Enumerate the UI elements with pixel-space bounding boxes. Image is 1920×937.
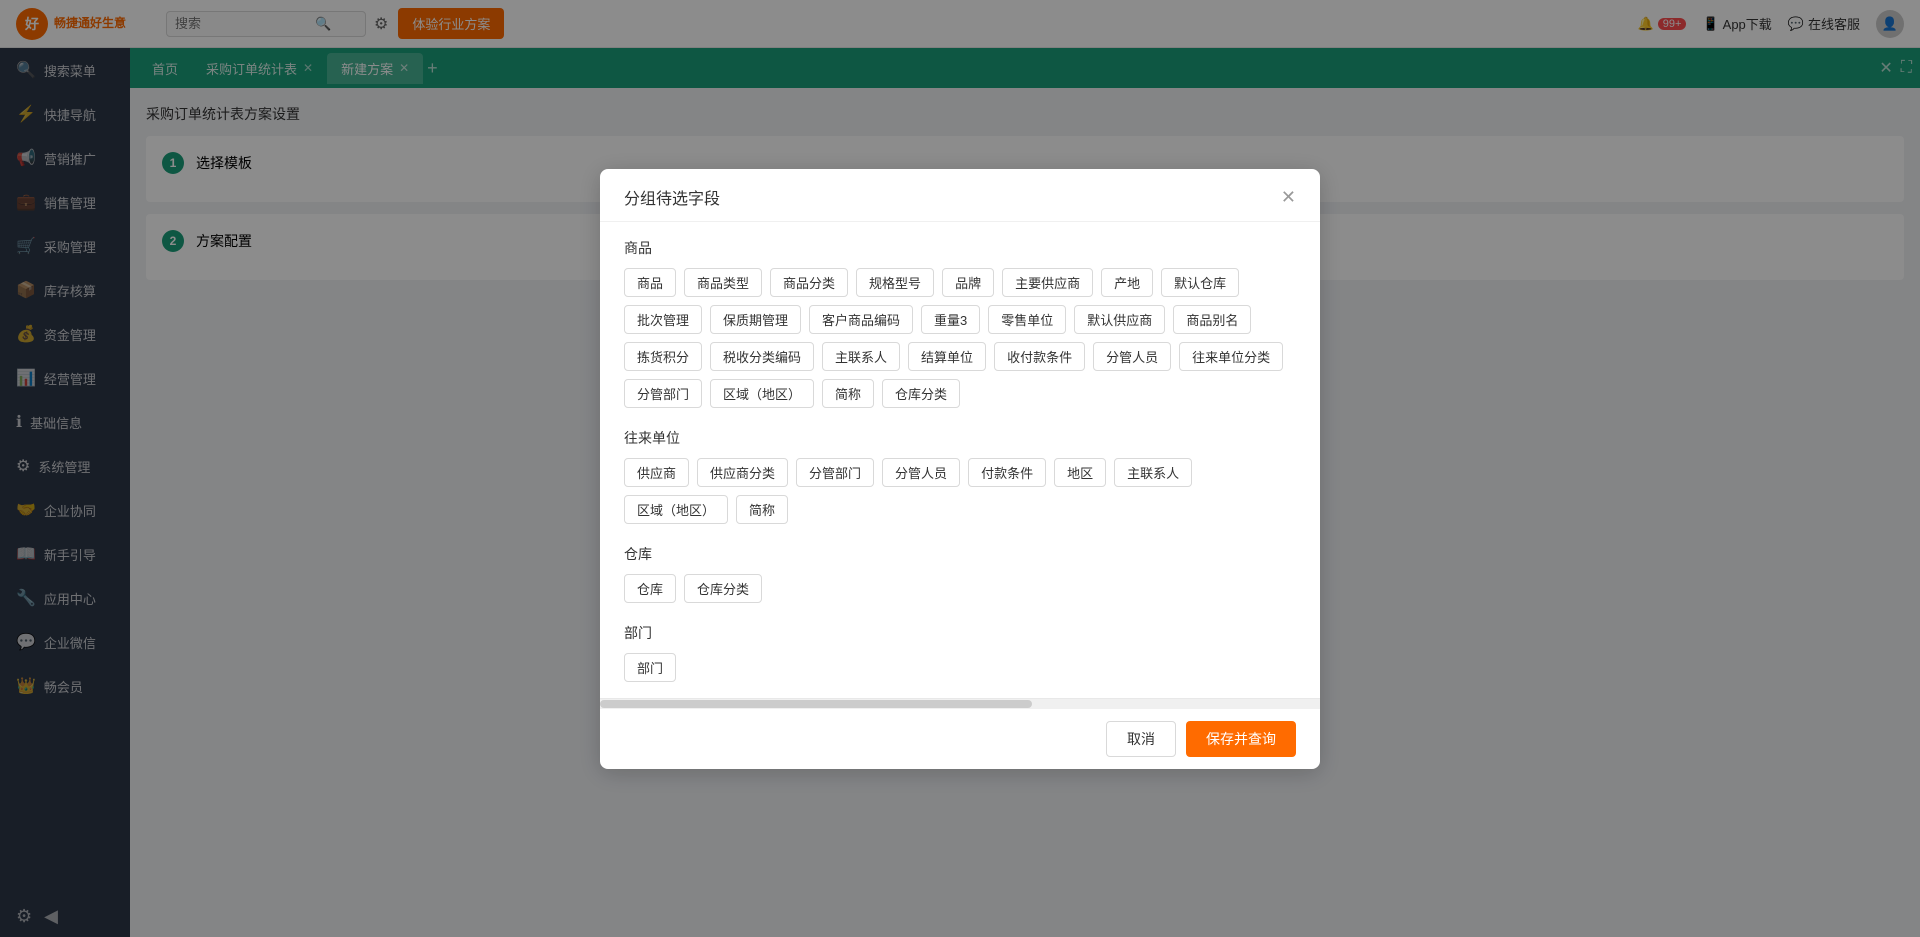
- modal-close-button[interactable]: ✕: [1281, 188, 1296, 206]
- section-title-partner: 往来单位: [624, 428, 1296, 448]
- field-tag[interactable]: 主联系人: [822, 342, 900, 371]
- modal-body: 商品商品商品类型商品分类规格型号品牌主要供应商产地默认仓库批次管理保质期管理客户…: [600, 222, 1320, 698]
- modal-header: 分组待选字段 ✕: [600, 169, 1320, 222]
- section-product: 商品商品商品类型商品分类规格型号品牌主要供应商产地默认仓库批次管理保质期管理客户…: [624, 238, 1296, 408]
- field-tag[interactable]: 区域（地区）: [624, 495, 728, 524]
- field-tag[interactable]: 品牌: [942, 268, 994, 297]
- modal-footer: 取消 保存并查询: [600, 708, 1320, 769]
- field-tag[interactable]: 保质期管理: [710, 305, 801, 334]
- field-tag[interactable]: 付款条件: [968, 458, 1046, 487]
- field-tags-warehouse: 仓库仓库分类: [624, 574, 1296, 603]
- field-tag[interactable]: 供应商: [624, 458, 689, 487]
- field-tag[interactable]: 仓库分类: [684, 574, 762, 603]
- field-tag[interactable]: 商品分类: [770, 268, 848, 297]
- field-tag[interactable]: 往来单位分类: [1179, 342, 1283, 371]
- field-tag[interactable]: 商品类型: [684, 268, 762, 297]
- section-warehouse: 仓库仓库仓库分类: [624, 544, 1296, 603]
- field-tags-product: 商品商品类型商品分类规格型号品牌主要供应商产地默认仓库批次管理保质期管理客户商品…: [624, 268, 1296, 408]
- section-title-department: 部门: [624, 623, 1296, 643]
- modal-horizontal-scrollbar[interactable]: [600, 698, 1320, 708]
- field-select-modal: 分组待选字段 ✕ 商品商品商品类型商品分类规格型号品牌主要供应商产地默认仓库批次…: [600, 169, 1320, 769]
- save-query-button[interactable]: 保存并查询: [1186, 721, 1296, 757]
- field-tag[interactable]: 分管人员: [1093, 342, 1171, 371]
- field-tag[interactable]: 商品: [624, 268, 676, 297]
- section-department: 部门部门: [624, 623, 1296, 682]
- field-tag[interactable]: 简称: [822, 379, 874, 408]
- field-tag[interactable]: 供应商分类: [697, 458, 788, 487]
- field-tag[interactable]: 默认仓库: [1161, 268, 1239, 297]
- field-tag[interactable]: 区域（地区）: [710, 379, 814, 408]
- field-tag[interactable]: 批次管理: [624, 305, 702, 334]
- field-tag[interactable]: 零售单位: [988, 305, 1066, 334]
- field-tag[interactable]: 主要供应商: [1002, 268, 1093, 297]
- field-tag[interactable]: 商品别名: [1173, 305, 1251, 334]
- cancel-button[interactable]: 取消: [1106, 721, 1176, 757]
- field-tag[interactable]: 仓库: [624, 574, 676, 603]
- field-tag[interactable]: 税收分类编码: [710, 342, 814, 371]
- field-tag[interactable]: 仓库分类: [882, 379, 960, 408]
- field-tag[interactable]: 重量3: [921, 305, 980, 334]
- field-tag[interactable]: 简称: [736, 495, 788, 524]
- field-tags-department: 部门: [624, 653, 1296, 682]
- field-tag[interactable]: 拣货积分: [624, 342, 702, 371]
- field-tag[interactable]: 产地: [1101, 268, 1153, 297]
- field-tag[interactable]: 收付款条件: [994, 342, 1085, 371]
- field-tag[interactable]: 地区: [1054, 458, 1106, 487]
- field-tags-partner: 供应商供应商分类分管部门分管人员付款条件地区主联系人区域（地区） 简称: [624, 458, 1296, 524]
- field-tag[interactable]: 部门: [624, 653, 676, 682]
- field-tag[interactable]: 分管部门: [796, 458, 874, 487]
- section-partner: 往来单位供应商供应商分类分管部门分管人员付款条件地区主联系人区域（地区） 简称: [624, 428, 1296, 524]
- field-tag[interactable]: 默认供应商: [1074, 305, 1165, 334]
- horizontal-scrollbar-thumb: [600, 700, 1032, 708]
- field-tag[interactable]: 分管人员: [882, 458, 960, 487]
- field-tag[interactable]: 结算单位: [908, 342, 986, 371]
- section-title-warehouse: 仓库: [624, 544, 1296, 564]
- field-tag[interactable]: 分管部门: [624, 379, 702, 408]
- section-title-product: 商品: [624, 238, 1296, 258]
- field-tag[interactable]: 规格型号: [856, 268, 934, 297]
- field-tag[interactable]: 客户商品编码: [809, 305, 913, 334]
- field-tag[interactable]: 主联系人: [1114, 458, 1192, 487]
- modal-title: 分组待选字段: [624, 185, 720, 209]
